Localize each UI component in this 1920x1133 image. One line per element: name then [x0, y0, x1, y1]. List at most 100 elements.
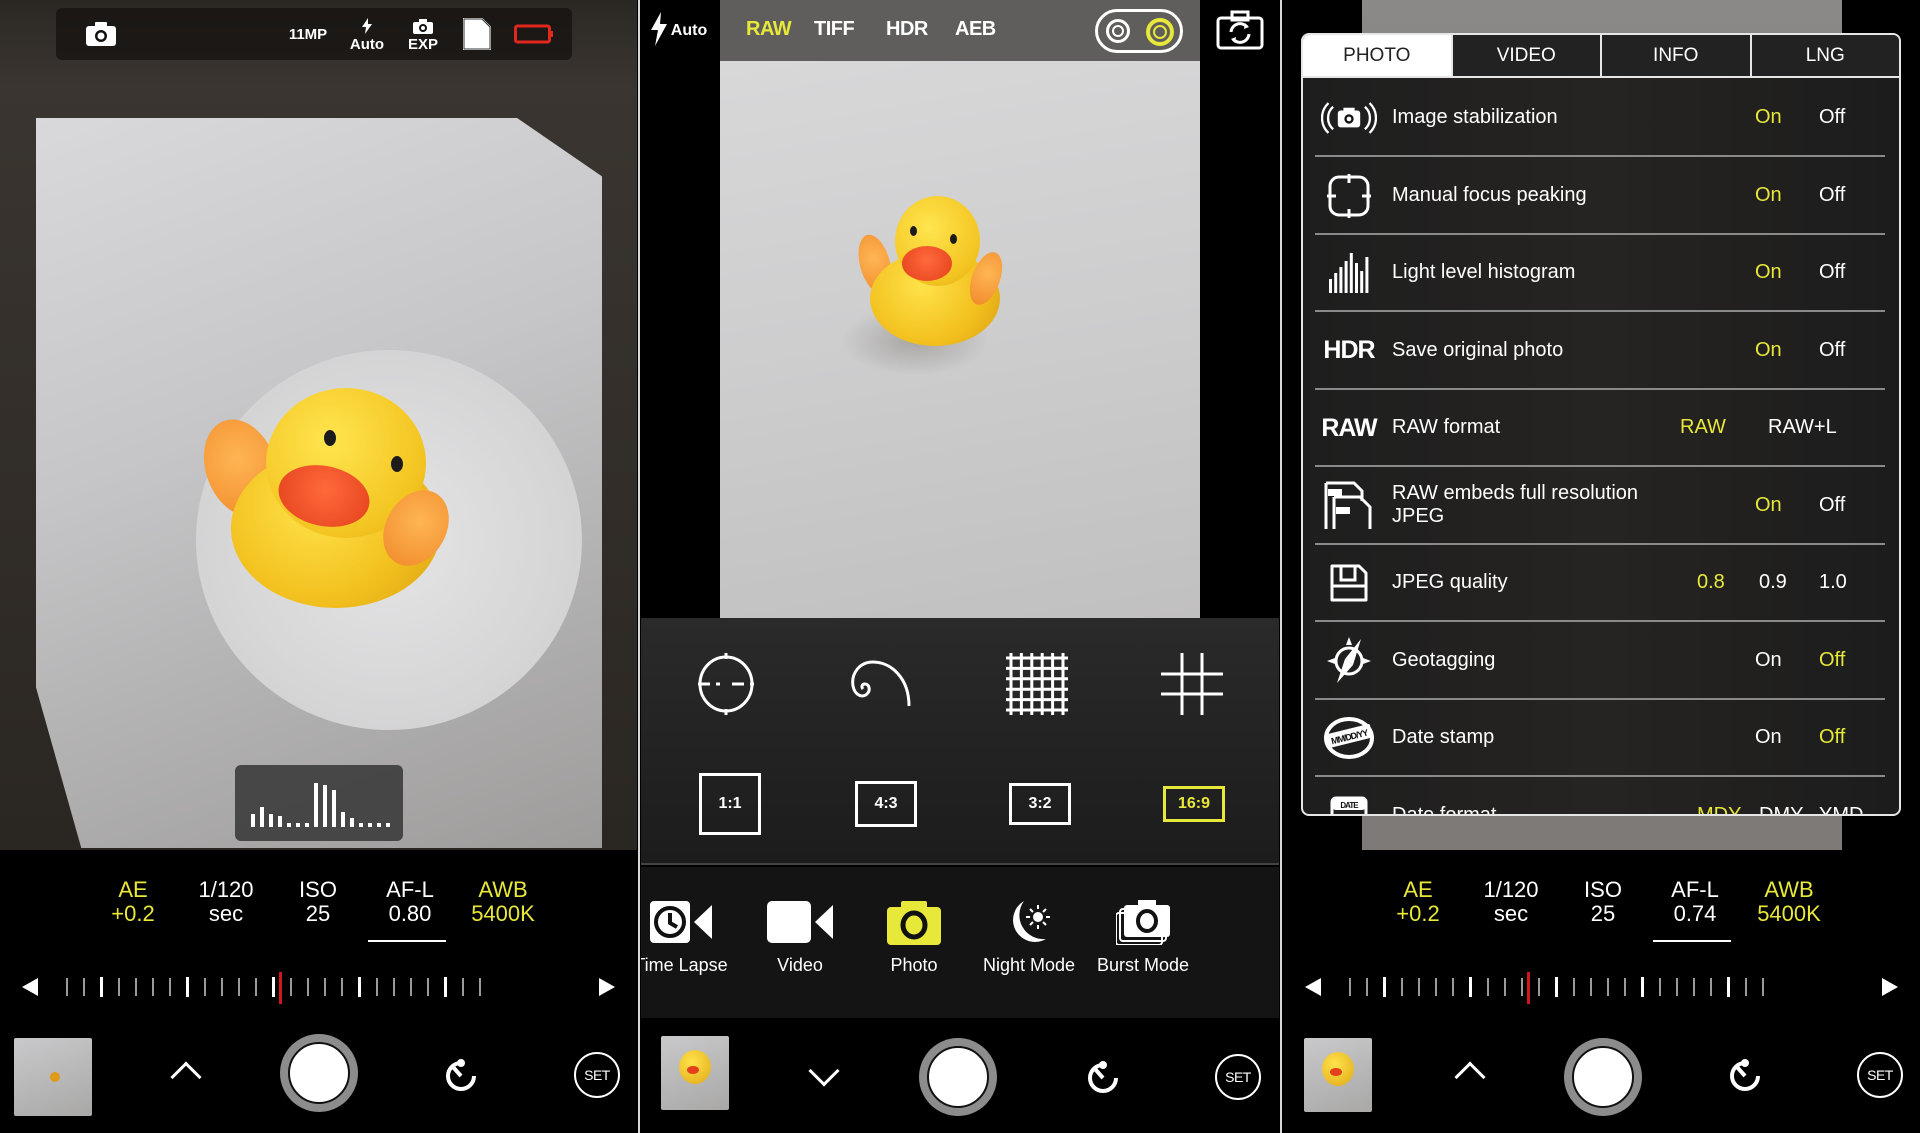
lens-toggle[interactable] [1095, 9, 1183, 53]
exposure-readout-iso[interactable]: ISO 25 [1558, 878, 1648, 926]
setting-option-0-8[interactable]: 0.8 [1697, 545, 1725, 620]
setting-option-mdy[interactable]: MDY [1697, 778, 1741, 815]
exposure-readout-ae[interactable]: AE +0.2 [88, 878, 178, 926]
tab-video[interactable]: VIDEO [1450, 35, 1600, 76]
format-option-tiff[interactable]: TIFF [814, 18, 855, 41]
aspect-ratio-3-2[interactable]: 3:2 [1009, 783, 1071, 825]
exposure-readout-af-l[interactable]: AF-L 0.80 [365, 878, 455, 926]
burst-mode-icon [1078, 897, 1208, 947]
setting-option-off[interactable]: Off [1819, 235, 1845, 310]
settings-button[interactable]: SET [1857, 1052, 1903, 1098]
capture-mode-burst-mode[interactable]: Burst Mode [1078, 897, 1208, 976]
exposure-readout-1-120[interactable]: 1/120 sec [1466, 878, 1556, 926]
self-timer-icon[interactable] [444, 1058, 476, 1091]
readout-label: ISO [1584, 877, 1622, 902]
capture-mode-photo[interactable]: Photo [849, 897, 979, 976]
format-option-raw[interactable]: RAW [746, 18, 792, 41]
chevron-down-icon[interactable] [808, 1055, 840, 1087]
dial-left-arrow[interactable] [1305, 978, 1321, 996]
self-timer-icon[interactable] [1086, 1060, 1118, 1093]
last-photo-thumbnail[interactable] [14, 1038, 92, 1116]
setting-label: RAW format [1392, 416, 1501, 438]
exposure-button[interactable]: EXP [401, 14, 445, 56]
center-crosshair-icon[interactable] [696, 653, 756, 715]
dial-tick [306, 978, 309, 996]
fine-grid-icon[interactable] [1006, 653, 1068, 715]
switch-camera-icon[interactable] [1216, 10, 1264, 50]
setting-option-on[interactable]: On [1755, 80, 1782, 155]
exposure-readout-iso[interactable]: ISO 25 [273, 878, 363, 926]
tab-lng[interactable]: LNG [1749, 35, 1899, 76]
setting-option-on[interactable]: On [1755, 623, 1782, 698]
capture-mode-bar: Time Lapse Video Photo Night Mode Burst Mode [641, 867, 1279, 1018]
dial-tick [444, 977, 448, 997]
setting-option-on[interactable]: On [1755, 158, 1782, 233]
raw-jpeg-files-icon [1321, 481, 1377, 529]
tab-info[interactable]: INFO [1600, 35, 1750, 76]
exposure-readout-af-l[interactable]: AF-L 0.74 [1650, 878, 1740, 926]
setting-option-on[interactable]: On [1755, 468, 1782, 543]
setting-option-0-9[interactable]: 0.9 [1759, 545, 1787, 620]
adjustment-dial[interactable] [0, 972, 637, 1004]
tab-photo[interactable]: PHOTO [1303, 35, 1451, 76]
dial-right-arrow[interactable] [1882, 978, 1898, 996]
setting-option-dmy[interactable]: DMY [1759, 778, 1803, 815]
setting-option-off[interactable]: Off [1819, 468, 1845, 543]
aspect-ratio-4-3[interactable]: 4:3 [855, 781, 917, 827]
setting-label: JPEG quality [1392, 571, 1508, 593]
dial-left-arrow[interactable] [22, 978, 38, 996]
setting-option-ymd[interactable]: YMD [1819, 778, 1863, 815]
self-timer-icon[interactable] [1728, 1058, 1760, 1091]
exposure-readout-awb[interactable]: AWB 5400K [1744, 878, 1834, 926]
exposure-readout-ae[interactable]: AE +0.2 [1373, 878, 1463, 926]
setting-option-on[interactable]: On [1755, 313, 1782, 388]
settings-button[interactable]: SET [574, 1052, 620, 1098]
setting-row-geotagging: Geotagging On Off [1315, 623, 1885, 700]
flash-mode-label: Auto [670, 21, 708, 39]
adjustment-dial[interactable] [1283, 972, 1920, 1004]
dial-right-arrow[interactable] [599, 978, 615, 996]
shutter-button[interactable] [1564, 1038, 1642, 1116]
sd-card-icon[interactable] [460, 16, 494, 52]
aspect-ratio-16-9[interactable]: 16:9 [1163, 786, 1225, 822]
capture-mode-time-lapse[interactable]: Time Lapse [641, 897, 746, 976]
chevron-up-icon[interactable] [1454, 1061, 1486, 1093]
last-photo-thumbnail[interactable] [1304, 1038, 1372, 1112]
format-option-hdr[interactable]: HDR [886, 18, 928, 41]
format-option-aeb[interactable]: AEB [955, 18, 996, 41]
viewfinder-image[interactable] [720, 61, 1200, 618]
settings-label: SET [1867, 1067, 1893, 1083]
flash-auto-button[interactable]: Auto [649, 10, 709, 50]
setting-option-raw[interactable]: RAW [1680, 390, 1726, 465]
setting-option-on[interactable]: On [1755, 235, 1782, 310]
golden-spiral-icon[interactable] [851, 658, 911, 710]
exposure-readout-1-120[interactable]: 1/120 sec [181, 878, 271, 926]
viewfinder-image[interactable] [36, 118, 602, 848]
thirds-grid-icon[interactable] [1161, 653, 1223, 715]
setting-option-off[interactable]: Off [1819, 313, 1845, 388]
histogram-bar [341, 811, 345, 827]
chevron-up-icon[interactable] [170, 1061, 202, 1093]
exposure-readout-awb[interactable]: AWB 5400K [458, 878, 548, 926]
aspect-ratio-1-1[interactable]: 1:1 [699, 773, 761, 835]
setting-option-on[interactable]: On [1755, 700, 1782, 775]
flash-mode-button[interactable]: Auto [345, 14, 389, 56]
settings-button[interactable]: SET [1215, 1054, 1261, 1100]
setting-option-off[interactable]: Off [1819, 80, 1845, 155]
resolution-indicator[interactable]: 11MP [284, 20, 332, 48]
setting-option-raw-l[interactable]: RAW+L [1768, 390, 1837, 465]
shutter-button[interactable] [919, 1038, 997, 1116]
shutter-button[interactable] [280, 1034, 358, 1112]
readout-label: 1/120 [198, 877, 254, 902]
setting-option-off[interactable]: Off [1819, 623, 1845, 698]
last-photo-thumbnail[interactable] [661, 1036, 729, 1110]
setting-option-off[interactable]: Off [1819, 158, 1845, 233]
setting-option-1-0[interactable]: 1.0 [1819, 545, 1847, 620]
capture-mode-label: Night Mode [982, 955, 1076, 975]
capture-mode-night-mode[interactable]: Night Mode [964, 897, 1094, 976]
setting-label: Manual focus peaking [1392, 183, 1587, 206]
camera-switch-icon[interactable] [81, 16, 121, 52]
capture-mode-video[interactable]: Video [735, 897, 865, 976]
dial-tick [66, 978, 68, 996]
setting-option-off[interactable]: Off [1819, 700, 1845, 775]
